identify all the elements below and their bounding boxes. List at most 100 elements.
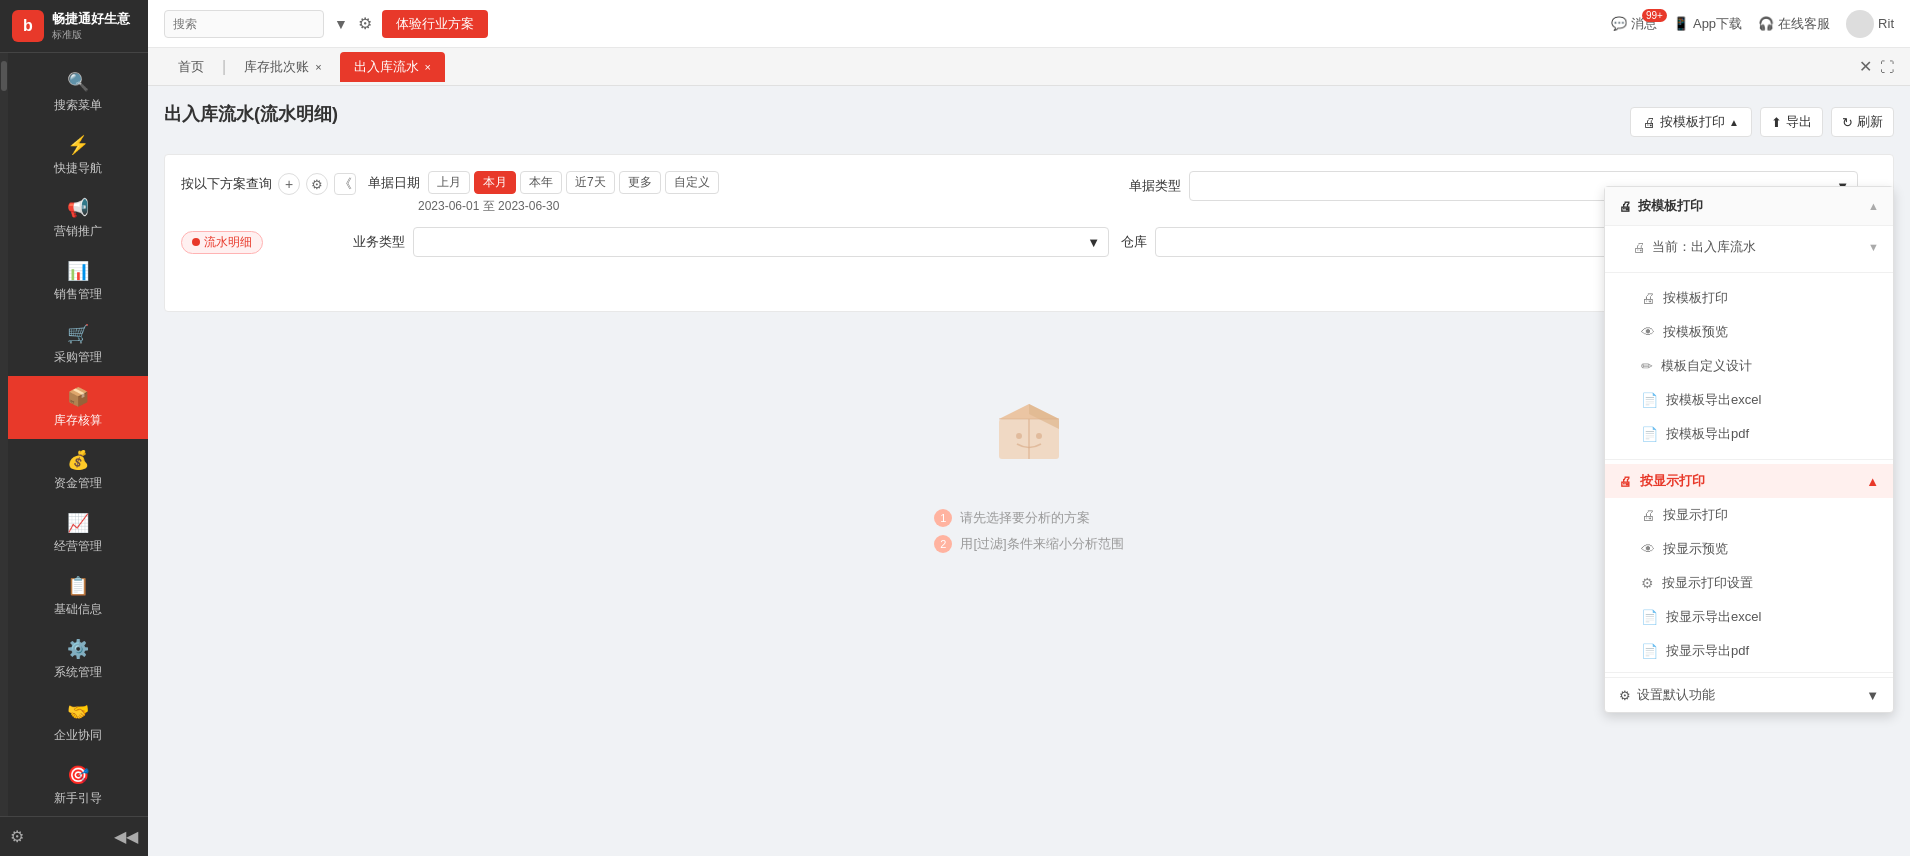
collab-icon: 🤝 [67, 701, 89, 723]
sidebar-item-operation[interactable]: 📈 经营管理 [8, 502, 148, 565]
dropdown-item-template-print[interactable]: 🖨 按模板打印 [1605, 281, 1893, 315]
topbar-left: ▼ ⚙ 体验行业方案 [164, 10, 488, 38]
dropdown-item-display-settings[interactable]: ⚙ 按显示打印设置 [1605, 566, 1893, 600]
quick-nav-icon: ⚡ [67, 134, 89, 156]
sidebar-item-quick-nav[interactable]: ⚡ 快捷导航 [8, 124, 148, 187]
tab-batch-ledger-close-icon[interactable]: × [315, 61, 321, 73]
dropdown-item-template-custom[interactable]: ✏ 模板自定义设计 [1605, 349, 1893, 383]
filter-collapse-button[interactable]: 《 [334, 173, 356, 195]
sidebar-bottom: ⚙ ◀◀ [0, 816, 148, 856]
dropdown-collapse-icon[interactable]: ▲ [1868, 200, 1879, 212]
empty-state-icon [984, 384, 1074, 493]
topbar-gear-icon[interactable]: ⚙ [358, 14, 372, 33]
dropdown-item-template-pdf[interactable]: 📄 按模板导出pdf [1605, 417, 1893, 451]
sidebar-item-guide[interactable]: 🎯 新手引导 [8, 754, 148, 816]
business-type-chevron: ▼ [1087, 235, 1100, 250]
industry-solution-button[interactable]: 体验行业方案 [382, 10, 488, 38]
flow-tag-label: 流水明细 [204, 234, 252, 251]
dropdown-item-template-excel[interactable]: 📄 按模板导出excel [1605, 383, 1893, 417]
template-custom-icon: ✏ [1641, 358, 1653, 374]
sidebar-item-purchase[interactable]: 🛒 采购管理 [8, 313, 148, 376]
current-year-button[interactable]: 本年 [520, 171, 562, 194]
business-type-select[interactable]: ▼ [413, 227, 1109, 257]
topbar-search-input[interactable] [164, 10, 324, 38]
app-download-button[interactable]: 📱 App下载 [1673, 15, 1742, 33]
app-download-icon: 📱 [1673, 16, 1689, 31]
settings-bottom-icon[interactable]: ⚙ [10, 827, 24, 846]
flow-tag-dot [192, 238, 200, 246]
more-button[interactable]: 更多 [619, 171, 661, 194]
message-button[interactable]: 💬 消息 99+ [1611, 15, 1657, 33]
main-content: ▼ ⚙ 体验行业方案 💬 消息 99+ 📱 App下载 🎧 在线客服 Rit [148, 0, 1910, 856]
current-month-button[interactable]: 本月 [474, 171, 516, 194]
dropdown-item-template-preview[interactable]: 👁 按模板预览 [1605, 315, 1893, 349]
tab-batch-ledger-label: 库存批次账 [244, 58, 309, 76]
template-print-button[interactable]: 🖨 按模板打印 ▲ [1630, 107, 1752, 137]
sidebar-basic-label: 基础信息 [54, 601, 102, 618]
collapse-sidebar-icon[interactable]: ◀◀ [114, 827, 138, 846]
export-button[interactable]: ⬆ 导出 [1760, 107, 1823, 137]
display-settings-icon: ⚙ [1641, 575, 1654, 591]
display-pdf-icon: 📄 [1641, 643, 1658, 659]
flow-tag: 流水明细 [181, 231, 263, 254]
dropdown-divider-1 [1605, 272, 1893, 273]
sidebar-logo: b 畅捷通好生意 标准版 [0, 0, 148, 53]
template-excel-label: 按模板导出excel [1666, 391, 1761, 409]
sidebar-item-search[interactable]: 🔍 搜索菜单 [8, 61, 148, 124]
sidebar-quick-nav-label: 快捷导航 [54, 160, 102, 177]
page-header-right: 🖨 按模板打印 ▲ ⬆ 导出 ↻ 刷新 [1630, 107, 1894, 137]
logo-icon: b [12, 10, 44, 42]
sidebar-item-sales[interactable]: 📊 销售管理 [8, 250, 148, 313]
custom-button[interactable]: 自定义 [665, 171, 719, 194]
window-close-icon[interactable]: ✕ [1859, 57, 1872, 76]
tab-batch-ledger[interactable]: 库存批次账 × [230, 52, 335, 82]
sidebar-item-inventory[interactable]: 📦 库存核算 [8, 376, 148, 439]
footer-label: 设置默认功能 [1637, 686, 1715, 704]
tab-home[interactable]: 首页 [164, 52, 218, 82]
chevron-up-icon: ▲ [1729, 117, 1739, 128]
logo-text: 畅捷通好生意 标准版 [52, 10, 130, 42]
tab-home-label: 首页 [178, 58, 204, 76]
dropdown-panel: 🖨 按模板打印 ▲ 🖨 当前：出入库流水 ▼ 🖨 [1604, 186, 1894, 713]
dropdown-divider-2 [1605, 459, 1893, 460]
dropdown-item-display-preview[interactable]: 👁 按显示预览 [1605, 532, 1893, 566]
filter-criteria-label: 按以下方案查询 [181, 175, 272, 193]
tab-flow-close-icon[interactable]: × [425, 61, 431, 73]
export-icon: ⬆ [1771, 115, 1782, 130]
window-maximize-icon[interactable]: ⛶ [1880, 59, 1894, 75]
sidebar-item-basic[interactable]: 📋 基础信息 [8, 565, 148, 628]
filter-setting-button[interactable]: ⚙ [306, 173, 328, 195]
tab-flow[interactable]: 出入库流水 × [340, 52, 445, 82]
tab-flow-label: 出入库流水 [354, 58, 419, 76]
online-service-label: 在线客服 [1778, 15, 1830, 33]
sidebar-item-collab[interactable]: 🤝 企业协同 [8, 691, 148, 754]
7days-button[interactable]: 近7天 [566, 171, 615, 194]
sidebar-item-system[interactable]: ⚙️ 系统管理 [8, 628, 148, 691]
operation-icon: 📈 [67, 512, 89, 534]
dropdown-footer[interactable]: ⚙ 设置默认功能 ▼ [1605, 677, 1893, 712]
dropdown-item-display-print[interactable]: 🖨 按显示打印 [1605, 498, 1893, 532]
dropdown-item-display-pdf[interactable]: 📄 按显示导出pdf [1605, 634, 1893, 668]
dropdown-current-item[interactable]: 🖨 当前：出入库流水 ▼ [1605, 230, 1893, 264]
topbar-search-icon[interactable]: ▼ [334, 16, 348, 32]
sidebar-item-marketing[interactable]: 📢 营销推广 [8, 187, 148, 250]
filter-add-button[interactable]: + [278, 173, 300, 195]
display-print-icon: 🖨 [1641, 507, 1655, 523]
user-avatar-area[interactable]: Rit [1846, 10, 1894, 38]
step-2-text: 用[过滤]条件来缩小分析范围 [960, 535, 1123, 553]
prev-month-button[interactable]: 上月 [428, 171, 470, 194]
display-settings-label: 按显示打印设置 [1662, 574, 1753, 592]
dropdown-item-display-excel[interactable]: 📄 按显示导出excel [1605, 600, 1893, 634]
search-icon: 🔍 [67, 71, 89, 93]
warehouse-label: 仓库 [1121, 233, 1147, 251]
template-print-item-icon: 🖨 [1641, 290, 1655, 306]
marketing-icon: 📢 [67, 197, 89, 219]
sidebar-sales-label: 销售管理 [54, 286, 102, 303]
display-preview-label: 按显示预览 [1663, 540, 1728, 558]
sidebar-item-finance[interactable]: 💰 资金管理 [8, 439, 148, 502]
refresh-button[interactable]: ↻ 刷新 [1831, 107, 1894, 137]
template-section: 🖨 按模板打印 👁 按模板预览 ✏ 模板自定义设计 📄 按模板导出excel 📄 [1605, 277, 1893, 455]
dropdown-display-section-header[interactable]: 🖨 按显示打印 ▲ [1605, 464, 1893, 498]
online-service-button[interactable]: 🎧 在线客服 [1758, 15, 1830, 33]
display-section-label: 按显示打印 [1640, 472, 1705, 490]
